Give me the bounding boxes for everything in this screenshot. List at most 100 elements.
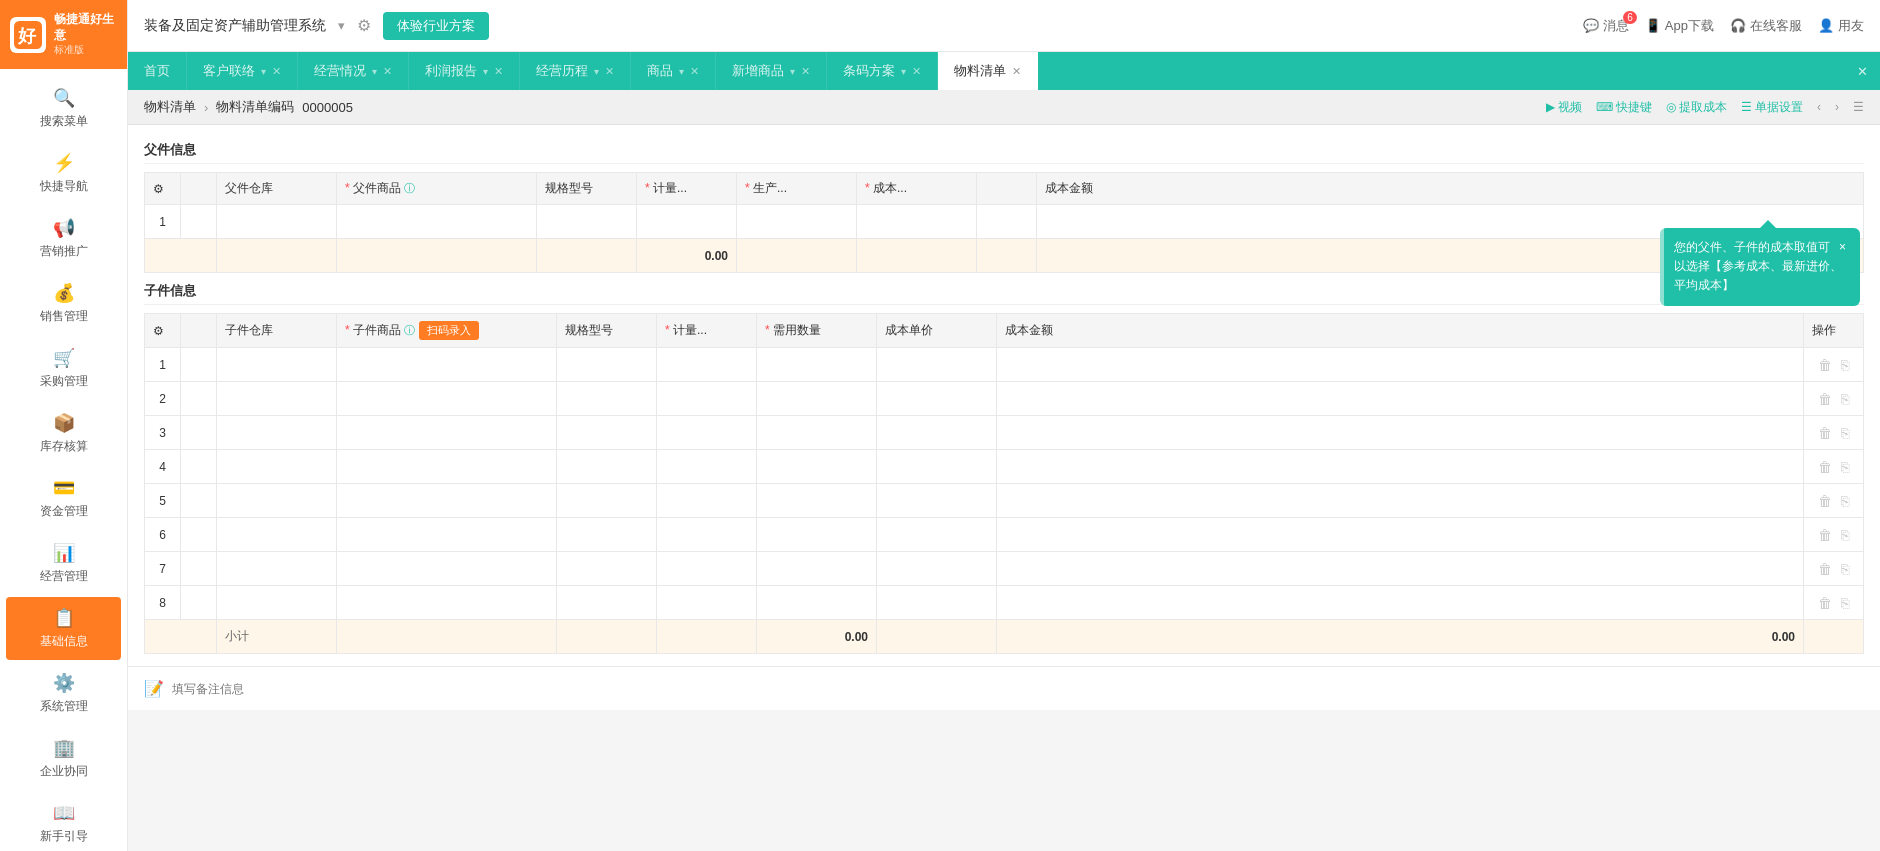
list-view-button[interactable]: ☰ <box>1853 100 1864 114</box>
breadcrumb-bom[interactable]: 物料清单 <box>144 98 196 116</box>
child-row-6-warehouse[interactable] <box>217 518 337 552</box>
sidebar-item-enterprise[interactable]: 🏢 企业协同 <box>6 727 121 790</box>
delete-row-6-icon[interactable]: 🗑 <box>1818 527 1832 543</box>
child-row-7-spec[interactable] <box>557 552 657 586</box>
note-input[interactable] <box>172 682 1864 696</box>
child-row-5-unit[interactable] <box>657 484 757 518</box>
child-row-1-spec[interactable] <box>557 348 657 382</box>
tab-goods-close[interactable]: ✕ <box>690 65 699 78</box>
tab-newgoods[interactable]: 新增商品 ▾ ✕ <box>716 52 827 90</box>
tab-goods[interactable]: 商品 ▾ ✕ <box>631 52 716 90</box>
tab-profit[interactable]: 利润报告 ▾ ✕ <box>409 52 520 90</box>
delete-row-1-icon[interactable]: 🗑 <box>1818 357 1832 373</box>
child-row-1-warehouse[interactable] <box>217 348 337 382</box>
child-row-3-warehouse[interactable] <box>217 416 337 450</box>
user-menu-button[interactable]: 👤 用友 <box>1818 17 1864 35</box>
child-row-2-warehouse[interactable] <box>217 382 337 416</box>
child-row-2-product[interactable] <box>337 382 557 416</box>
app-download-button[interactable]: 📱 App下载 <box>1645 17 1714 35</box>
child-col-settings[interactable]: ⚙ <box>145 314 181 348</box>
settings-button[interactable]: ☰ 单据设置 <box>1741 99 1803 116</box>
child-row-2-unit-cost[interactable] <box>877 382 997 416</box>
sidebar-item-finance[interactable]: 💳 资金管理 <box>6 467 121 530</box>
parent-cost-cell[interactable] <box>857 205 977 239</box>
child-row-8-warehouse[interactable] <box>217 586 337 620</box>
sidebar-item-operations[interactable]: 📊 经营管理 <box>6 532 121 595</box>
child-row-5-warehouse[interactable] <box>217 484 337 518</box>
child-row-7-unit-cost[interactable] <box>877 552 997 586</box>
tab-history[interactable]: 经营历程 ▾ ✕ <box>520 52 631 90</box>
sidebar-item-sales[interactable]: 💰 销售管理 <box>6 272 121 335</box>
child-row-2-qty[interactable] <box>757 382 877 416</box>
child-row-4-unit-cost[interactable] <box>877 450 997 484</box>
child-row-6-product[interactable] <box>337 518 557 552</box>
sidebar-item-guide[interactable]: 📖 新手引导 <box>6 792 121 851</box>
child-row-3-qty[interactable] <box>757 416 877 450</box>
settings-icon[interactable]: ⚙ <box>357 16 371 35</box>
child-row-4-qty[interactable] <box>757 450 877 484</box>
child-product-info-icon[interactable]: ⓘ <box>404 324 415 336</box>
delete-row-4-icon[interactable]: 🗑 <box>1818 459 1832 475</box>
parent-warehouse-cell[interactable] <box>217 205 337 239</box>
child-row-1-unit[interactable] <box>657 348 757 382</box>
child-row-5-unit-cost[interactable] <box>877 484 997 518</box>
child-row-8-product[interactable] <box>337 586 557 620</box>
child-row-7-qty[interactable] <box>757 552 877 586</box>
close-all-tabs-button[interactable]: ✕ <box>1845 64 1880 79</box>
sidebar-item-basic[interactable]: 📋 基础信息 <box>6 597 121 660</box>
sidebar-item-search[interactable]: 🔍 搜索菜单 <box>6 77 121 140</box>
nav-next-button[interactable]: › <box>1835 100 1839 114</box>
tab-barcode-close[interactable]: ✕ <box>912 65 921 78</box>
tab-bom-close[interactable]: ✕ <box>1012 65 1021 78</box>
child-row-6-unit[interactable] <box>657 518 757 552</box>
child-row-4-product[interactable] <box>337 450 557 484</box>
copy-row-1-icon[interactable]: ⎘ <box>1841 357 1849 373</box>
child-row-8-spec[interactable] <box>557 586 657 620</box>
child-row-4-spec[interactable] <box>557 450 657 484</box>
copy-row-5-icon[interactable]: ⎘ <box>1841 493 1849 509</box>
child-row-6-qty[interactable] <box>757 518 877 552</box>
child-row-7-unit[interactable] <box>657 552 757 586</box>
tab-business[interactable]: 经营情况 ▾ ✕ <box>298 52 409 90</box>
child-row-1-product[interactable] <box>337 348 557 382</box>
delete-row-2-icon[interactable]: 🗑 <box>1818 391 1832 407</box>
child-row-3-unit-cost[interactable] <box>877 416 997 450</box>
sidebar-item-quicknav[interactable]: ⚡ 快捷导航 <box>6 142 121 205</box>
child-row-7-warehouse[interactable] <box>217 552 337 586</box>
delete-row-8-icon[interactable]: 🗑 <box>1818 595 1832 611</box>
copy-row-7-icon[interactable]: ⎘ <box>1841 561 1849 577</box>
online-service-button[interactable]: 🎧 在线客服 <box>1730 17 1802 35</box>
trial-button[interactable]: 体验行业方案 <box>383 12 489 40</box>
tooltip-close-button[interactable]: × <box>1839 238 1846 257</box>
tab-newgoods-close[interactable]: ✕ <box>801 65 810 78</box>
delete-row-3-icon[interactable]: 🗑 <box>1818 425 1832 441</box>
child-row-1-unit-cost[interactable] <box>877 348 997 382</box>
parent-col-settings[interactable]: ⚙ <box>145 173 181 205</box>
child-row-8-qty[interactable] <box>757 586 877 620</box>
sidebar-item-system[interactable]: ⚙️ 系统管理 <box>6 662 121 725</box>
parent-spec-cell[interactable] <box>537 205 637 239</box>
tab-home[interactable]: 首页 <box>128 52 187 90</box>
child-row-2-spec[interactable] <box>557 382 657 416</box>
child-row-3-product[interactable] <box>337 416 557 450</box>
child-row-5-product[interactable] <box>337 484 557 518</box>
child-row-4-unit[interactable] <box>657 450 757 484</box>
tab-customer-close[interactable]: ✕ <box>272 65 281 78</box>
parent-product-info-icon[interactable]: ⓘ <box>404 182 415 194</box>
child-row-5-spec[interactable] <box>557 484 657 518</box>
nav-prev-button[interactable]: ‹ <box>1817 100 1821 114</box>
copy-row-8-icon[interactable]: ⎘ <box>1841 595 1849 611</box>
video-button[interactable]: ▶ 视频 <box>1546 99 1582 116</box>
child-row-7-product[interactable] <box>337 552 557 586</box>
child-row-4-warehouse[interactable] <box>217 450 337 484</box>
child-row-3-spec[interactable] <box>557 416 657 450</box>
tab-customer[interactable]: 客户联络 ▾ ✕ <box>187 52 298 90</box>
sidebar-item-purchase[interactable]: 🛒 采购管理 <box>6 337 121 400</box>
parent-product-cell[interactable] <box>337 205 537 239</box>
sidebar-item-inventory[interactable]: 📦 库存核算 <box>6 402 121 465</box>
copy-row-6-icon[interactable]: ⎘ <box>1841 527 1849 543</box>
copy-row-3-icon[interactable]: ⎘ <box>1841 425 1849 441</box>
child-row-8-unit-cost[interactable] <box>877 586 997 620</box>
tab-profit-close[interactable]: ✕ <box>494 65 503 78</box>
parent-unit-cell[interactable] <box>637 205 737 239</box>
